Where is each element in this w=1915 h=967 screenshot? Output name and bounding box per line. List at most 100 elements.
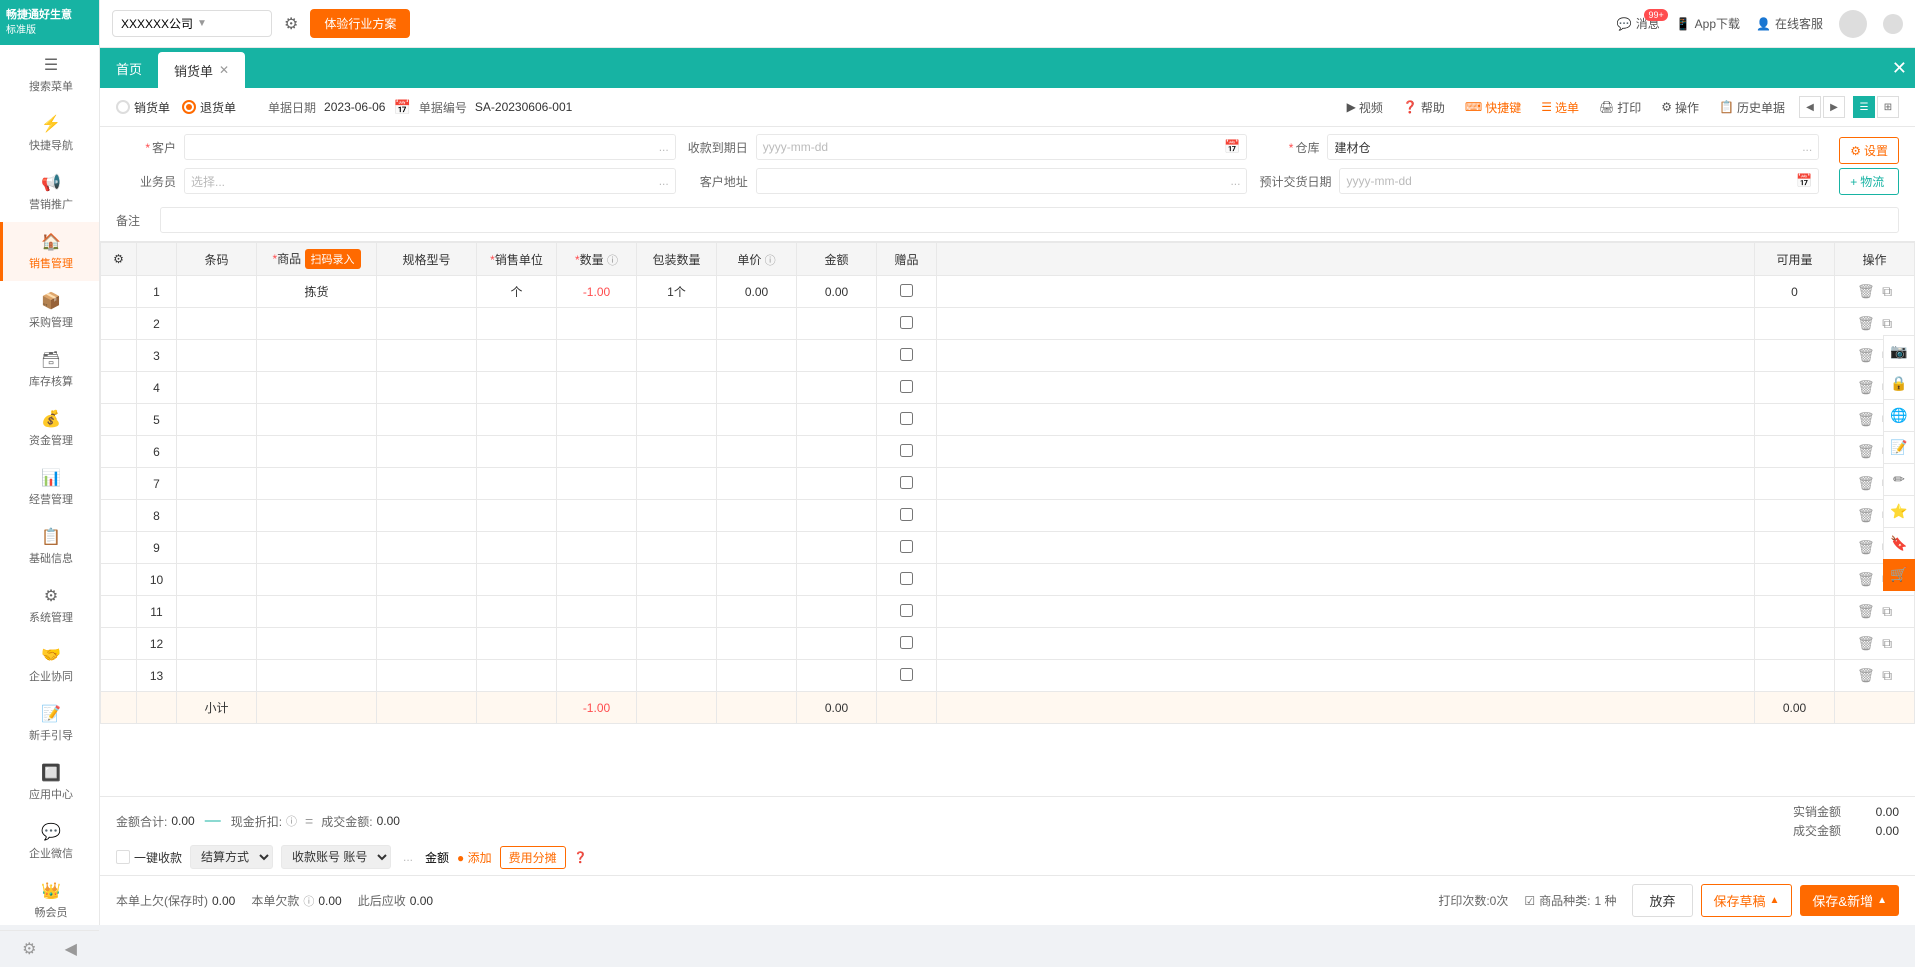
cell-amount-3[interactable] xyxy=(797,340,877,372)
delete-icon-9[interactable]: 🗑 xyxy=(1857,539,1875,555)
cell-barcode-12[interactable] xyxy=(177,628,257,660)
cell-qty-10[interactable] xyxy=(557,564,637,596)
cell-gear-13[interactable] xyxy=(101,660,137,692)
next-arrow[interactable]: ▶ xyxy=(1823,96,1845,118)
cell-amount-10[interactable] xyxy=(797,564,877,596)
cell-product-4[interactable] xyxy=(257,372,377,404)
setting-button[interactable]: ⚙ 设置 xyxy=(1839,137,1899,164)
scan-barcode-button[interactable]: 扫码录入 xyxy=(305,249,361,269)
cell-amount-2[interactable] xyxy=(797,308,877,340)
cell-amount-1[interactable]: 0.00 xyxy=(797,276,877,308)
cell-gift-13[interactable] xyxy=(877,660,937,692)
cell-unit-10[interactable] xyxy=(477,564,557,596)
cell-barcode-11[interactable] xyxy=(177,596,257,628)
sidebar-item-inventory[interactable]: 🗃 库存核算 xyxy=(0,340,99,399)
cell-amount-5[interactable] xyxy=(797,404,877,436)
one-click-checkbox[interactable] xyxy=(116,850,130,864)
cell-price-6[interactable] xyxy=(717,436,797,468)
cell-gear-11[interactable] xyxy=(101,596,137,628)
delete-icon-6[interactable]: 🗑 xyxy=(1857,443,1875,459)
float-btn-3[interactable]: 🌐 xyxy=(1883,399,1915,431)
user-avatar[interactable] xyxy=(1839,10,1867,38)
cell-pkgqty-11[interactable] xyxy=(637,596,717,628)
save-new-button[interactable]: 保存&新增 ▲ xyxy=(1800,885,1899,916)
view-btn-list[interactable]: ☰ xyxy=(1853,96,1875,118)
cell-product-9[interactable] xyxy=(257,532,377,564)
cell-amount-4[interactable] xyxy=(797,372,877,404)
shortcut-btn[interactable]: ⌨ 快捷键 xyxy=(1459,97,1527,118)
sidebar-item-guide[interactable]: 📝 新手引导 xyxy=(0,694,99,753)
gift-checkbox-5[interactable] xyxy=(900,412,913,425)
cell-gear-8[interactable] xyxy=(101,500,137,532)
cell-product-3[interactable] xyxy=(257,340,377,372)
logistics-button[interactable]: + 物流 xyxy=(1839,168,1899,195)
sidebar-item-marketing[interactable]: 📢 营销推广 xyxy=(0,163,99,222)
delete-icon-4[interactable]: 🗑 xyxy=(1857,379,1875,395)
cell-price-9[interactable] xyxy=(717,532,797,564)
delete-icon-5[interactable]: 🗑 xyxy=(1857,411,1875,427)
sidebar-item-basic[interactable]: 📋 基础信息 xyxy=(0,517,99,576)
cell-product-7[interactable] xyxy=(257,468,377,500)
cell-barcode-6[interactable] xyxy=(177,436,257,468)
cell-amount-12[interactable] xyxy=(797,628,877,660)
gift-checkbox-2[interactable] xyxy=(900,316,913,329)
float-btn-1[interactable]: 📷 xyxy=(1883,335,1915,367)
cell-unit-4[interactable] xyxy=(477,372,557,404)
cell-product-11[interactable] xyxy=(257,596,377,628)
sidebar-item-operations[interactable]: 📊 经营管理 xyxy=(0,458,99,517)
sidebar-settings-icon[interactable]: ⚙ xyxy=(22,939,36,959)
abandon-button[interactable]: 放弃 xyxy=(1632,884,1692,917)
cell-gear-10[interactable] xyxy=(101,564,137,596)
cell-barcode-13[interactable] xyxy=(177,660,257,692)
cell-gear-7[interactable] xyxy=(101,468,137,500)
cell-gear-6[interactable] xyxy=(101,436,137,468)
cell-qty-12[interactable] xyxy=(557,628,637,660)
cell-product-12[interactable] xyxy=(257,628,377,660)
gift-checkbox-9[interactable] xyxy=(900,540,913,553)
cell-qty-9[interactable] xyxy=(557,532,637,564)
print-btn[interactable]: 🖨 打印 xyxy=(1593,97,1647,118)
cell-spec-9[interactable] xyxy=(377,532,477,564)
sidebar-item-sales[interactable]: 🏠 销售管理 xyxy=(0,222,99,281)
cell-pkgqty-13[interactable] xyxy=(637,660,717,692)
gift-checkbox-1[interactable] xyxy=(900,284,913,297)
cell-unit-3[interactable] xyxy=(477,340,557,372)
gift-checkbox-8[interactable] xyxy=(900,508,913,521)
cell-product-6[interactable] xyxy=(257,436,377,468)
gift-checkbox-10[interactable] xyxy=(900,572,913,585)
view-btn-grid[interactable]: ⊞ xyxy=(1877,96,1899,118)
cell-barcode-5[interactable] xyxy=(177,404,257,436)
cell-gear-12[interactable] xyxy=(101,628,137,660)
collection-date-input[interactable]: yyyy-mm-dd 📅 xyxy=(756,134,1248,160)
copy-icon-1[interactable]: ⧉ xyxy=(1882,283,1892,299)
cell-price-13[interactable] xyxy=(717,660,797,692)
cell-spec-8[interactable] xyxy=(377,500,477,532)
cell-product-1[interactable]: 拣货 xyxy=(257,276,377,308)
customer-address-input[interactable]: ... xyxy=(756,168,1248,194)
cell-spec-10[interactable] xyxy=(377,564,477,596)
gift-checkbox-13[interactable] xyxy=(900,668,913,681)
cell-unit-13[interactable] xyxy=(477,660,557,692)
cell-qty-2[interactable] xyxy=(557,308,637,340)
delete-icon-12[interactable]: 🗑 xyxy=(1857,635,1875,651)
cell-gear-3[interactable] xyxy=(101,340,137,372)
cell-pkgqty-3[interactable] xyxy=(637,340,717,372)
cell-price-7[interactable] xyxy=(717,468,797,500)
cell-spec-1[interactable] xyxy=(377,276,477,308)
gift-checkbox-6[interactable] xyxy=(900,444,913,457)
cell-spec-12[interactable] xyxy=(377,628,477,660)
remark-input[interactable] xyxy=(160,207,1899,233)
cell-amount-13[interactable] xyxy=(797,660,877,692)
gift-checkbox-7[interactable] xyxy=(900,476,913,489)
cell-gift-8[interactable] xyxy=(877,500,937,532)
cell-unit-2[interactable] xyxy=(477,308,557,340)
cell-price-11[interactable] xyxy=(717,596,797,628)
cell-qty-5[interactable] xyxy=(557,404,637,436)
message-button[interactable]: 💬 消息 99+ xyxy=(1617,15,1660,32)
radio-sales-order[interactable]: 销货单 xyxy=(116,99,170,116)
cell-qty-7[interactable] xyxy=(557,468,637,500)
online-service-button[interactable]: 👤 在线客服 xyxy=(1756,15,1823,32)
cell-amount-8[interactable] xyxy=(797,500,877,532)
video-btn[interactable]: ▶ 视频 xyxy=(1341,97,1389,118)
help-btn[interactable]: ❓ 帮助 xyxy=(1397,97,1451,118)
